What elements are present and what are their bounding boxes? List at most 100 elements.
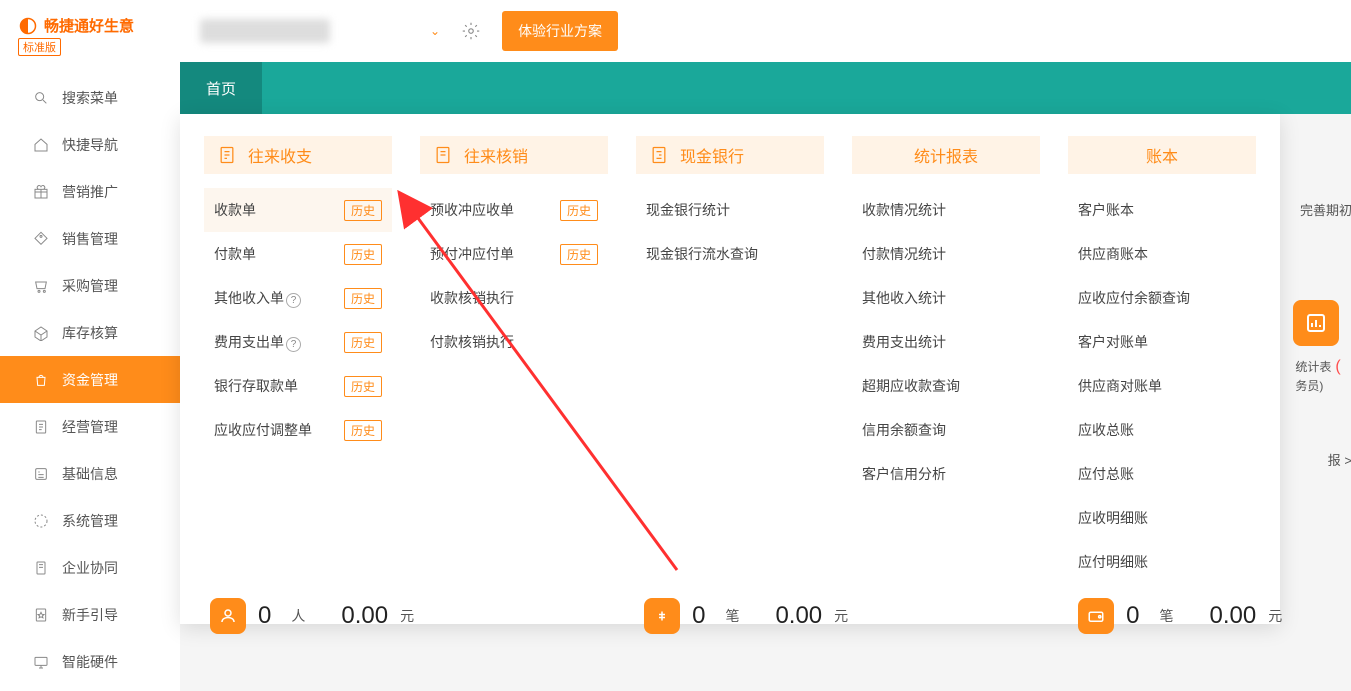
sidebar-item-label: 企业协同 <box>62 558 118 578</box>
bag-icon <box>32 371 50 389</box>
stat-b-unit2: 元 <box>834 606 848 626</box>
menu-item-label: 信用余额查询 <box>862 420 946 440</box>
sidebar-item-3[interactable]: 销售管理 <box>0 215 180 262</box>
stat-a-amount: 0.00 <box>341 602 388 630</box>
col-title: 账本 <box>1146 143 1178 167</box>
menu-item[interactable]: 供应商对账单 <box>1068 364 1256 408</box>
help-icon[interactable]: ? <box>286 337 301 352</box>
sidebar-item-11[interactable]: 新手引导 <box>0 591 180 638</box>
sidebar-item-label: 新手引导 <box>62 605 118 625</box>
history-tag[interactable]: 历史 <box>344 288 382 309</box>
box-icon <box>32 324 50 342</box>
sidebar-item-label: 经营管理 <box>62 417 118 437</box>
menu-item[interactable]: 付款单 历史 <box>204 232 392 276</box>
menu-item[interactable]: 收款单历史 <box>204 188 392 232</box>
sidebar-item-label: 库存核算 <box>62 323 118 343</box>
bottom-stats: 0人 0.00元 0笔 0.00元 0笔 0.00元 <box>210 598 1282 634</box>
menu-item[interactable]: 现金银行统计 <box>636 188 824 232</box>
menu-item-label: 预付冲应付单 <box>430 244 514 264</box>
menu-item[interactable]: 其他收入单?历史 <box>204 276 392 320</box>
sidebar-item-10[interactable]: 企业协同 <box>0 544 180 591</box>
right-badge-paren: ( <box>1335 358 1340 375</box>
menu-item[interactable]: 现金银行流水查询 <box>636 232 824 276</box>
menu-item[interactable]: 应付明细账 <box>1068 540 1256 584</box>
sidebar-item-6[interactable]: 资金管理 <box>0 356 180 403</box>
help-icon[interactable]: ? <box>286 293 301 308</box>
menu-item-label: 客户信用分析 <box>862 464 946 484</box>
sidebar-item-8[interactable]: 基础信息 <box>0 450 180 497</box>
right-snippet-2[interactable]: 报 > <box>1328 450 1351 469</box>
sidebar-item-0[interactable]: 搜索菜单 <box>0 74 180 121</box>
sidebar-item-12[interactable]: 智能硬件 <box>0 638 180 685</box>
menu-item[interactable]: 付款情况统计 <box>852 232 1040 276</box>
home-icon <box>32 136 50 154</box>
stat-a-count: 0 <box>258 602 271 630</box>
menu-item[interactable]: 收款核销执行 <box>420 276 608 320</box>
sidebar-item-9[interactable]: 系统管理 <box>0 497 180 544</box>
history-tag[interactable]: 历史 <box>344 332 382 353</box>
menu-item[interactable]: 应付总账 <box>1068 452 1256 496</box>
menu-item[interactable]: 收款情况统计 <box>852 188 1040 232</box>
bank-icon <box>648 144 670 166</box>
sidebar-item-7[interactable]: 经营管理 <box>0 403 180 450</box>
menu-item[interactable]: 付款核销执行 <box>420 320 608 364</box>
menu-item[interactable]: 超期应收款查询 <box>852 364 1040 408</box>
sidebar-item-label: 采购管理 <box>62 276 118 296</box>
menu-item-label: 费用支出统计 <box>862 332 946 352</box>
history-tag[interactable]: 历史 <box>344 244 382 265</box>
report-icon-button[interactable] <box>1293 300 1339 346</box>
money-icon <box>644 598 680 634</box>
sidebar-item-1[interactable]: 快捷导航 <box>0 121 180 168</box>
menu-item[interactable]: 银行存取款单历史 <box>204 364 392 408</box>
menu-item[interactable]: 费用支出单? 历史 <box>204 320 392 364</box>
menu-item[interactable]: 应收应付调整单历史 <box>204 408 392 452</box>
stat-b: 0笔 0.00元 <box>644 598 848 634</box>
menu-item-label: 费用支出单? <box>214 332 301 352</box>
history-tag[interactable]: 历史 <box>560 200 598 221</box>
sidebar-nav: 搜索菜单快捷导航营销推广销售管理采购管理库存核算资金管理经营管理基础信息系统管理… <box>0 74 180 685</box>
gear-icon[interactable] <box>460 20 482 42</box>
tab-home[interactable]: 首页 <box>180 62 262 114</box>
sidebar-item-4[interactable]: 采购管理 <box>0 262 180 309</box>
menu-item[interactable]: 预付冲应付单 历史 <box>420 232 608 276</box>
cta-experience-button[interactable]: 体验行业方案 <box>502 11 618 51</box>
menu-item[interactable]: 应收明细账 <box>1068 496 1256 540</box>
history-tag[interactable]: 历史 <box>344 420 382 441</box>
sidebar-item-2[interactable]: 营销推广 <box>0 168 180 215</box>
brand-icon <box>18 16 38 36</box>
stat-c-unit2: 元 <box>1268 606 1282 626</box>
menu-item-label: 其他收入统计 <box>862 288 946 308</box>
menu-item[interactable]: 信用余额查询 <box>852 408 1040 452</box>
cart-icon <box>32 277 50 295</box>
stat-a: 0人 0.00元 <box>210 598 414 634</box>
menu-item-label: 客户对账单 <box>1078 332 1148 352</box>
sidebar-item-label: 销售管理 <box>62 229 118 249</box>
menu-item-label: 应付明细账 <box>1078 552 1148 572</box>
menu-item[interactable]: 应收总账 <box>1068 408 1256 452</box>
menu-item[interactable]: 供应商账本 <box>1068 232 1256 276</box>
menu-item[interactable]: 客户账本 <box>1068 188 1256 232</box>
menu-item[interactable]: 客户对账单 <box>1068 320 1256 364</box>
history-tag[interactable]: 历史 <box>560 244 598 265</box>
menu-item[interactable]: 其他收入统计 <box>852 276 1040 320</box>
menu-item[interactable]: 客户信用分析 <box>852 452 1040 496</box>
menu-item[interactable]: 应收应付余额查询 <box>1068 276 1256 320</box>
menu-item[interactable]: 费用支出统计 <box>852 320 1040 364</box>
col-head-ledger: 账本 <box>1068 136 1256 174</box>
chevron-down-icon[interactable]: ⌄ <box>430 24 440 38</box>
gift-icon <box>32 183 50 201</box>
right-snippet-1: 完善期初 <box>1300 200 1351 219</box>
history-tag[interactable]: 历史 <box>344 376 382 397</box>
stat-b-unit1: 笔 <box>725 606 739 626</box>
menu-item-label: 应收明细账 <box>1078 508 1148 528</box>
history-tag[interactable]: 历史 <box>344 200 382 221</box>
stat-a-unit1: 人 <box>291 606 305 626</box>
sidebar-item-5[interactable]: 库存核算 <box>0 309 180 356</box>
menu-item[interactable]: 预收冲应收单历史 <box>420 188 608 232</box>
menu-item-label: 付款单 <box>214 244 256 264</box>
doc2-icon <box>32 559 50 577</box>
menu-item-label: 现金银行统计 <box>646 200 730 220</box>
menu-item-label: 应付总账 <box>1078 464 1134 484</box>
col-head-transactions: 往来收支 <box>204 136 392 174</box>
sidebar-item-label: 搜索菜单 <box>62 88 118 108</box>
